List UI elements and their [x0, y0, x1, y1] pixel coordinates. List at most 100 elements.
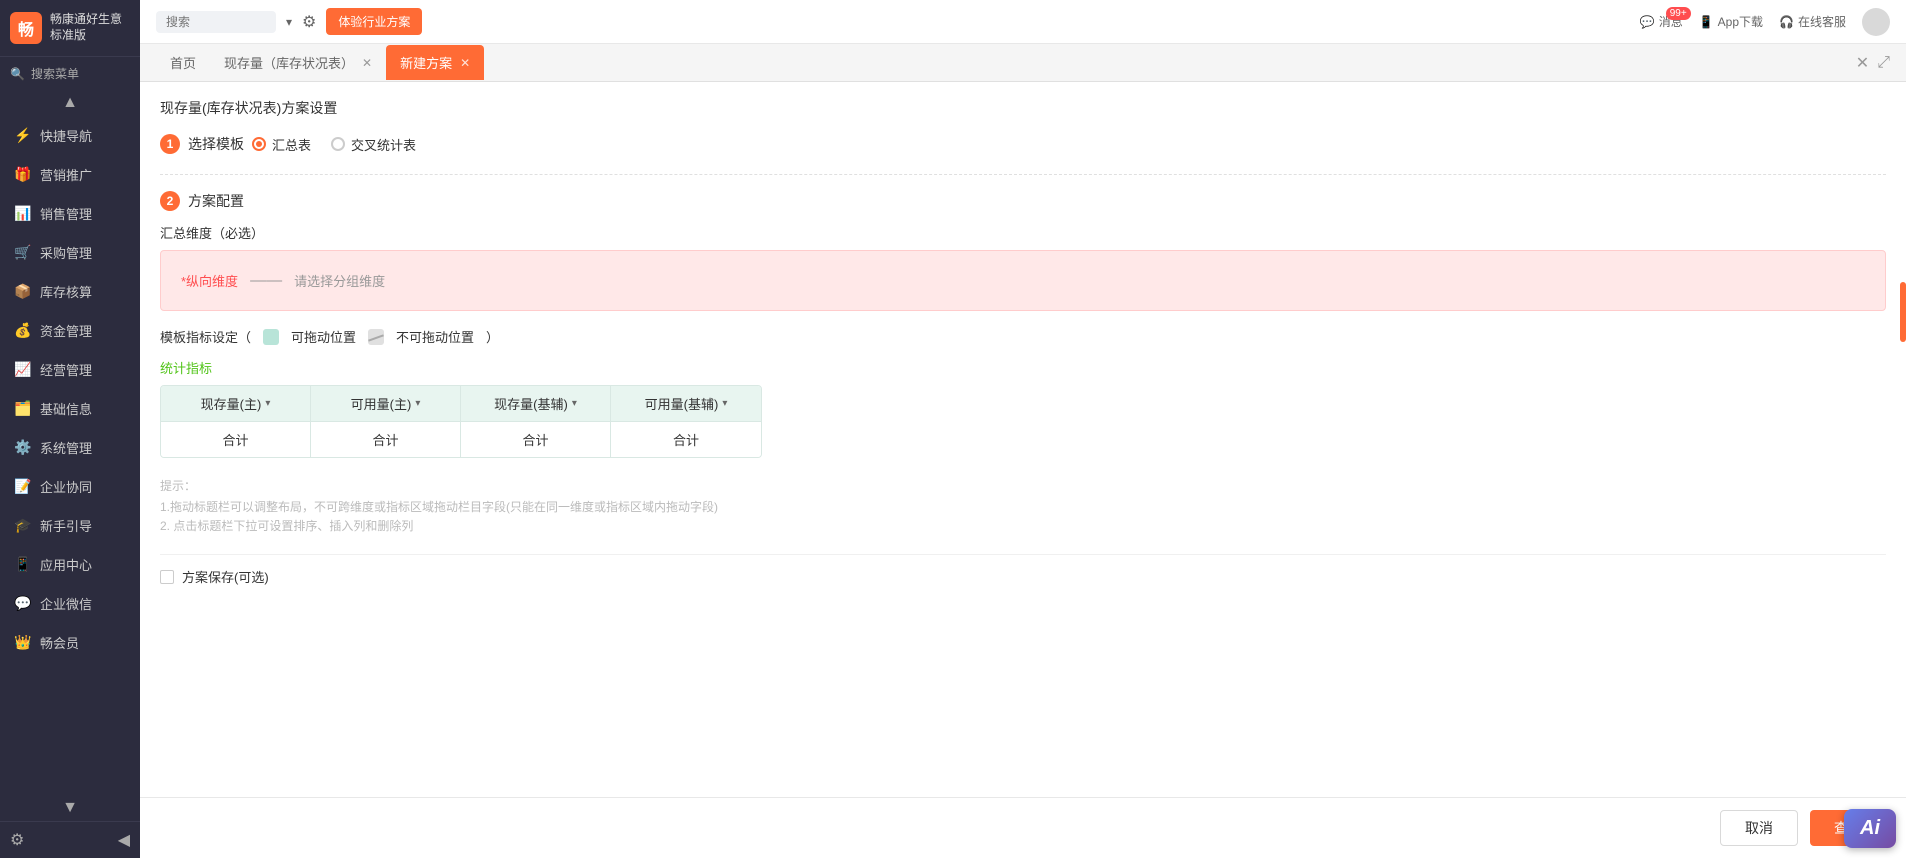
sidebar-item-operations[interactable]: 📈 经营管理: [0, 350, 140, 389]
topbar-dropdown-icon[interactable]: ▾: [286, 15, 292, 29]
sidebar-nav: ⚡ 快捷导航 🎁 营销推广 📊 销售管理 🛒 采购管理 📦 库存核算 💰 资金管…: [0, 116, 140, 795]
section1-title: 选择模板: [188, 134, 244, 154]
col1-dropdown-arrow[interactable]: ▾: [415, 398, 420, 409]
tab-inventory-status-close[interactable]: ✕: [362, 56, 372, 70]
dimension-required-label: *纵向维度: [181, 271, 238, 290]
sidebar-search-item[interactable]: 🔍 搜索菜单: [0, 57, 140, 90]
topbar-right: 💬 消息 99+ 📱 App下载 🎧 在线客服: [1640, 8, 1890, 36]
tab-new-plan[interactable]: 新建方案 ✕: [386, 45, 484, 80]
topbar-settings-icon[interactable]: ⚙: [302, 12, 316, 32]
sales-icon: 📊: [14, 205, 32, 223]
newbie-icon: 🎓: [14, 517, 32, 535]
footer-bar: 取消 查询: [140, 797, 1906, 858]
topbar: ▾ ⚙ 体验行业方案 💬 消息 99+ 📱 App下载 🎧 在线客服: [140, 0, 1906, 44]
stats-section-title: 统计指标: [160, 358, 1886, 377]
sidebar-scroll-up[interactable]: ▲: [0, 90, 140, 116]
radio-cross-table[interactable]: 交叉统计表: [331, 135, 416, 154]
wechat-icon: 💬: [14, 595, 32, 613]
collapse-sidebar-button[interactable]: ◀: [118, 830, 130, 850]
col3-dropdown-arrow[interactable]: ▾: [722, 398, 727, 409]
sidebar-item-wechat[interactable]: 💬 企业微信: [0, 584, 140, 623]
radio-summary-circle: [252, 137, 266, 151]
online-service-button[interactable]: 🎧 在线客服: [1779, 13, 1846, 30]
sidebar-item-agreement[interactable]: 📝 企业协同: [0, 467, 140, 506]
dimension-placeholder: 请选择分组维度: [294, 271, 385, 290]
col2-dropdown-arrow[interactable]: ▾: [572, 398, 577, 409]
app-logo: 畅: [10, 12, 42, 44]
ai-badge[interactable]: Ai: [1844, 809, 1896, 848]
settings-button[interactable]: ⚙: [10, 830, 24, 850]
cell-1: 合计: [311, 422, 461, 457]
app-title: 畅康通好生意 标准版: [50, 12, 122, 43]
stats-table-header: 现存量(主) ▾ 可用量(主) ▾ 现存量(基辅) ▾ 可用量(基辅): [161, 386, 761, 421]
section2-header: 2 方案配置: [160, 191, 1886, 211]
window-expand-button[interactable]: ⤢: [1877, 54, 1890, 72]
tab-home[interactable]: 首页: [156, 45, 210, 80]
radio-summary-table[interactable]: 汇总表: [252, 135, 311, 154]
sidebar-item-system[interactable]: ⚙️ 系统管理: [0, 428, 140, 467]
cancel-button[interactable]: 取消: [1720, 810, 1798, 846]
col0-dropdown-arrow[interactable]: ▾: [265, 398, 270, 409]
basic-icon: 🗂️: [14, 400, 32, 418]
sidebar-item-newbie[interactable]: 🎓 新手引导: [0, 506, 140, 545]
section-plan-config: 2 方案配置 汇总维度（必选） *纵向维度 —— 请选择分组维度 模板指标设定（: [160, 191, 1886, 534]
sidebar-item-purchase[interactable]: 🛒 采购管理: [0, 233, 140, 272]
section-choose-template: 1 选择模板 汇总表 交叉统计表: [160, 134, 1886, 154]
cell-2: 合计: [461, 422, 611, 457]
inventory-icon: 📦: [14, 283, 32, 301]
sidebar-item-inventory[interactable]: 📦 库存核算: [0, 272, 140, 311]
search-icon: 🔍: [10, 67, 25, 81]
col-current-aux[interactable]: 现存量(基辅) ▾: [461, 386, 611, 421]
sidebar: 畅 畅康通好生意 标准版 🔍 搜索菜单 ▲ ⚡ 快捷导航 🎁 营销推广 📊 销售…: [0, 0, 140, 858]
save-checkbox[interactable]: [160, 570, 174, 584]
col-available-main[interactable]: 可用量(主) ▾: [311, 386, 461, 421]
section2-number: 2: [160, 191, 180, 211]
messages-button[interactable]: 💬 消息 99+: [1640, 13, 1683, 30]
not-draggable-badge: [368, 329, 384, 345]
marketing-icon: 🎁: [14, 166, 32, 184]
app-download-button[interactable]: 📱 App下载: [1699, 13, 1763, 30]
member-icon: 👑: [14, 634, 32, 652]
col-available-aux[interactable]: 可用量(基辅) ▾: [611, 386, 761, 421]
section2-title: 方案配置: [188, 191, 244, 211]
sidebar-item-shortcut[interactable]: ⚡ 快捷导航: [0, 116, 140, 155]
resize-handle[interactable]: [1900, 282, 1906, 342]
sidebar-item-basic[interactable]: 🗂️ 基础信息: [0, 389, 140, 428]
stats-table: 现存量(主) ▾ 可用量(主) ▾ 现存量(基辅) ▾ 可用量(基辅): [160, 385, 762, 458]
sidebar-item-marketing[interactable]: 🎁 营销推广: [0, 155, 140, 194]
cell-0: 合计: [161, 422, 311, 457]
tab-inventory-status[interactable]: 现存量（库存状况表） ✕: [210, 45, 386, 80]
content-inner: 现存量(库存状况表)方案设置 1 选择模板 汇总表 交叉统计表: [140, 82, 1906, 797]
app-download-icon: 📱: [1699, 15, 1714, 29]
dimension-area[interactable]: *纵向维度 —— 请选择分组维度: [160, 250, 1886, 311]
tips-item-1: 2. 点击标题栏下拉可设置排序、插入列和删除列: [160, 517, 1886, 534]
sidebar-item-finance[interactable]: 💰 资金管理: [0, 311, 140, 350]
dimension-row: *纵向维度 —— 请选择分组维度: [181, 271, 1865, 290]
tab-new-plan-close[interactable]: ✕: [460, 56, 470, 70]
tabbar: 首页 现存量（库存状况表） ✕ 新建方案 ✕ ✕ ⤢: [140, 44, 1906, 82]
trial-button[interactable]: 体验行业方案: [326, 8, 422, 35]
messages-badge: 99+: [1666, 7, 1691, 20]
system-icon: ⚙️: [14, 439, 32, 457]
content-area: 现存量(库存状况表)方案设置 1 选择模板 汇总表 交叉统计表: [140, 82, 1906, 797]
sidebar-item-appstore[interactable]: 📱 应用中心: [0, 545, 140, 584]
sidebar-item-sales[interactable]: 📊 销售管理: [0, 194, 140, 233]
tips-item-0: 1.拖动标题栏可以调整布局，不可跨维度或指标区域拖动栏目字段(只能在同一维度或指…: [160, 498, 1886, 515]
user-avatar[interactable]: [1862, 8, 1890, 36]
sidebar-footer: ⚙ ◀: [0, 821, 140, 858]
dimension-label: 汇总维度（必选）: [160, 223, 1886, 242]
sidebar-header: 畅 畅康通好生意 标准版: [0, 0, 140, 57]
main-area: ▾ ⚙ 体验行业方案 💬 消息 99+ 📱 App下载 🎧 在线客服 首页: [140, 0, 1906, 858]
sidebar-item-member[interactable]: 👑 畅会员: [0, 623, 140, 662]
headset-icon: 🎧: [1779, 15, 1794, 29]
stats-table-row: 合计 合计 合计 合计: [161, 421, 761, 457]
window-close-button[interactable]: ✕: [1856, 53, 1869, 73]
sidebar-scroll-down[interactable]: ▼: [0, 795, 140, 821]
section1-number: 1: [160, 134, 180, 154]
shortcut-icon: ⚡: [14, 127, 32, 145]
indicator-settings-row: 模板指标设定（ 可拖动位置 不可拖动位置 ）: [160, 327, 1886, 346]
col-current-main[interactable]: 现存量(主) ▾: [161, 386, 311, 421]
topbar-search-input[interactable]: [156, 11, 276, 33]
tips-section: 提示： 1.拖动标题栏可以调整布局，不可跨维度或指标区域拖动栏目字段(只能在同一…: [160, 477, 1886, 534]
operations-icon: 📈: [14, 361, 32, 379]
